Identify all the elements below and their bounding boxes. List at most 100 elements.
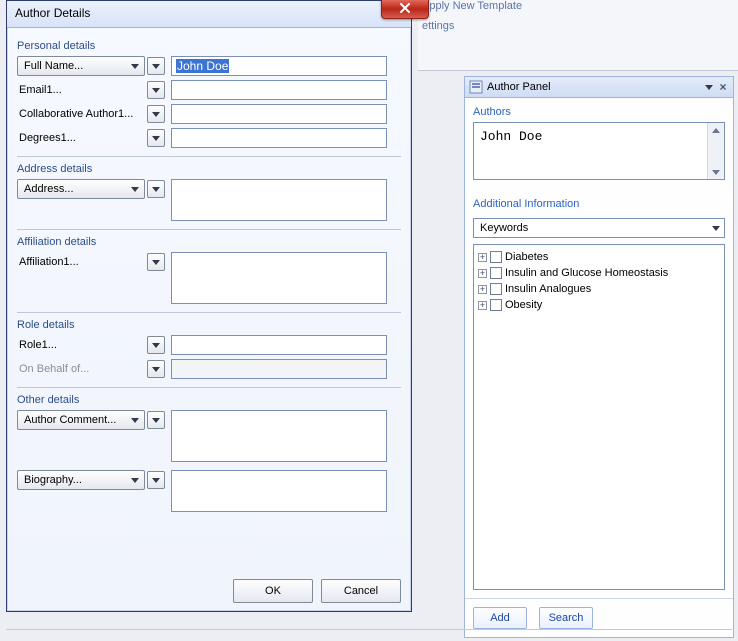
chevron-down-icon	[152, 260, 160, 265]
collab-author-dropdown[interactable]	[147, 105, 165, 123]
address-textarea[interactable]	[171, 179, 387, 221]
dialog-title: Author Details	[15, 6, 90, 20]
degrees-label: Degrees1...	[17, 132, 147, 144]
group-other: Other details	[17, 394, 401, 406]
scrollbar[interactable]	[707, 123, 724, 179]
close-button[interactable]	[381, 0, 429, 19]
status-bar-divider	[6, 629, 732, 638]
panel-header: Author Panel ×	[465, 77, 733, 98]
author-list-item: John Doe	[480, 129, 542, 144]
role-input[interactable]	[171, 335, 387, 355]
add-button[interactable]: Add	[473, 607, 527, 629]
dialog-titlebar: Author Details	[7, 1, 411, 28]
chevron-down-icon	[152, 136, 160, 141]
expand-icon[interactable]: +	[478, 285, 487, 294]
biography-dropdown[interactable]: Biography...	[17, 470, 145, 490]
checkbox[interactable]	[490, 267, 502, 279]
full-name-value: John Doe	[176, 59, 229, 73]
author-comment-dropdown[interactable]: Author Comment...	[17, 410, 145, 430]
on-behalf-label: On Behalf of...	[17, 363, 147, 375]
author-comment-dropdown-label: Author Comment...	[24, 414, 116, 426]
author-comment-extra-dropdown[interactable]	[147, 411, 165, 429]
keyword-tree[interactable]: + Diabetes + Insulin and Glucose Homeost…	[473, 244, 725, 590]
tree-item[interactable]: + Insulin and Glucose Homeostasis	[478, 265, 720, 281]
chevron-down-icon	[131, 64, 139, 69]
chevron-down-icon	[152, 367, 160, 372]
panel-close-icon[interactable]: ×	[715, 79, 731, 95]
author-details-dialog: Author Details Personal details Full Nam…	[6, 0, 412, 612]
tree-item[interactable]: + Diabetes	[478, 249, 720, 265]
author-comment-textarea[interactable]	[171, 410, 387, 462]
affiliation-dropdown[interactable]	[147, 253, 165, 271]
biography-extra-dropdown[interactable]	[147, 471, 165, 489]
scroll-down-icon[interactable]	[709, 165, 723, 179]
address-extra-dropdown[interactable]	[147, 180, 165, 198]
role-dropdown[interactable]	[147, 336, 165, 354]
dialog-button-bar: OK Cancel	[233, 579, 401, 603]
expand-icon[interactable]: +	[478, 253, 487, 262]
expand-icon[interactable]: +	[478, 269, 487, 278]
full-name-input[interactable]: John Doe	[171, 56, 387, 76]
chevron-down-icon	[152, 112, 160, 117]
authors-label: Authors	[473, 106, 725, 118]
author-panel: Author Panel × Authors John Doe Addition…	[464, 76, 734, 638]
tree-item-label: Diabetes	[505, 251, 548, 263]
tree-item[interactable]: + Obesity	[478, 297, 720, 313]
on-behalf-dropdown[interactable]	[147, 360, 165, 378]
collab-author-label: Collaborative Author1...	[17, 108, 147, 120]
chevron-down-icon	[131, 418, 139, 423]
checkbox[interactable]	[490, 299, 502, 311]
panel-title: Author Panel	[487, 81, 551, 93]
group-affiliation: Affiliation details	[17, 236, 401, 248]
affiliation-textarea[interactable]	[171, 252, 387, 304]
ok-button[interactable]: OK	[233, 579, 313, 603]
email-dropdown[interactable]	[147, 81, 165, 99]
degrees-input[interactable]	[171, 128, 387, 148]
ribbon-settings[interactable]: ettings	[422, 20, 454, 32]
chevron-down-icon	[152, 418, 160, 423]
email-input[interactable]	[171, 80, 387, 100]
group-role: Role details	[17, 319, 401, 331]
cancel-button[interactable]: Cancel	[321, 579, 401, 603]
affiliation-label: Affiliation1...	[17, 256, 147, 268]
checkbox[interactable]	[490, 283, 502, 295]
tree-item-label: Obesity	[505, 299, 542, 311]
full-name-dropdown-label: Full Name...	[24, 60, 83, 72]
full-name-dropdown[interactable]: Full Name...	[17, 56, 145, 76]
tree-item-label: Insulin Analogues	[505, 283, 591, 295]
collab-author-input[interactable]	[171, 104, 387, 124]
address-dropdown[interactable]: Address...	[17, 179, 145, 199]
full-name-extra-dropdown[interactable]	[147, 57, 165, 75]
panel-icon	[467, 78, 485, 96]
tree-item[interactable]: + Insulin Analogues	[478, 281, 720, 297]
biography-textarea[interactable]	[171, 470, 387, 512]
authors-list[interactable]: John Doe	[473, 122, 725, 180]
keywords-select-value: Keywords	[480, 222, 528, 234]
close-icon	[399, 3, 411, 13]
tree-item-label: Insulin and Glucose Homeostasis	[505, 267, 668, 279]
additional-info-label: Additional Information	[473, 198, 725, 210]
chevron-down-icon	[152, 88, 160, 93]
address-dropdown-label: Address...	[24, 183, 74, 195]
role-label: Role1...	[17, 339, 147, 351]
group-personal: Personal details	[17, 40, 401, 52]
checkbox[interactable]	[490, 251, 502, 263]
chevron-down-icon	[152, 343, 160, 348]
chevron-down-icon	[712, 226, 720, 231]
chevron-down-icon	[131, 187, 139, 192]
chevron-down-icon	[152, 64, 160, 69]
chevron-down-icon	[152, 478, 160, 483]
scroll-up-icon[interactable]	[709, 123, 723, 137]
ribbon-background: Apply New Template ettings	[418, 0, 738, 71]
biography-dropdown-label: Biography...	[24, 474, 82, 486]
keywords-select[interactable]: Keywords	[473, 218, 725, 238]
chevron-down-icon	[131, 478, 139, 483]
on-behalf-input	[171, 359, 387, 379]
search-button[interactable]: Search	[539, 607, 593, 629]
group-address: Address details	[17, 163, 401, 175]
degrees-dropdown[interactable]	[147, 129, 165, 147]
ribbon-apply-template[interactable]: Apply New Template	[422, 0, 522, 12]
chevron-down-icon	[152, 187, 160, 192]
email-label: Email1...	[17, 84, 147, 96]
expand-icon[interactable]: +	[478, 301, 487, 310]
